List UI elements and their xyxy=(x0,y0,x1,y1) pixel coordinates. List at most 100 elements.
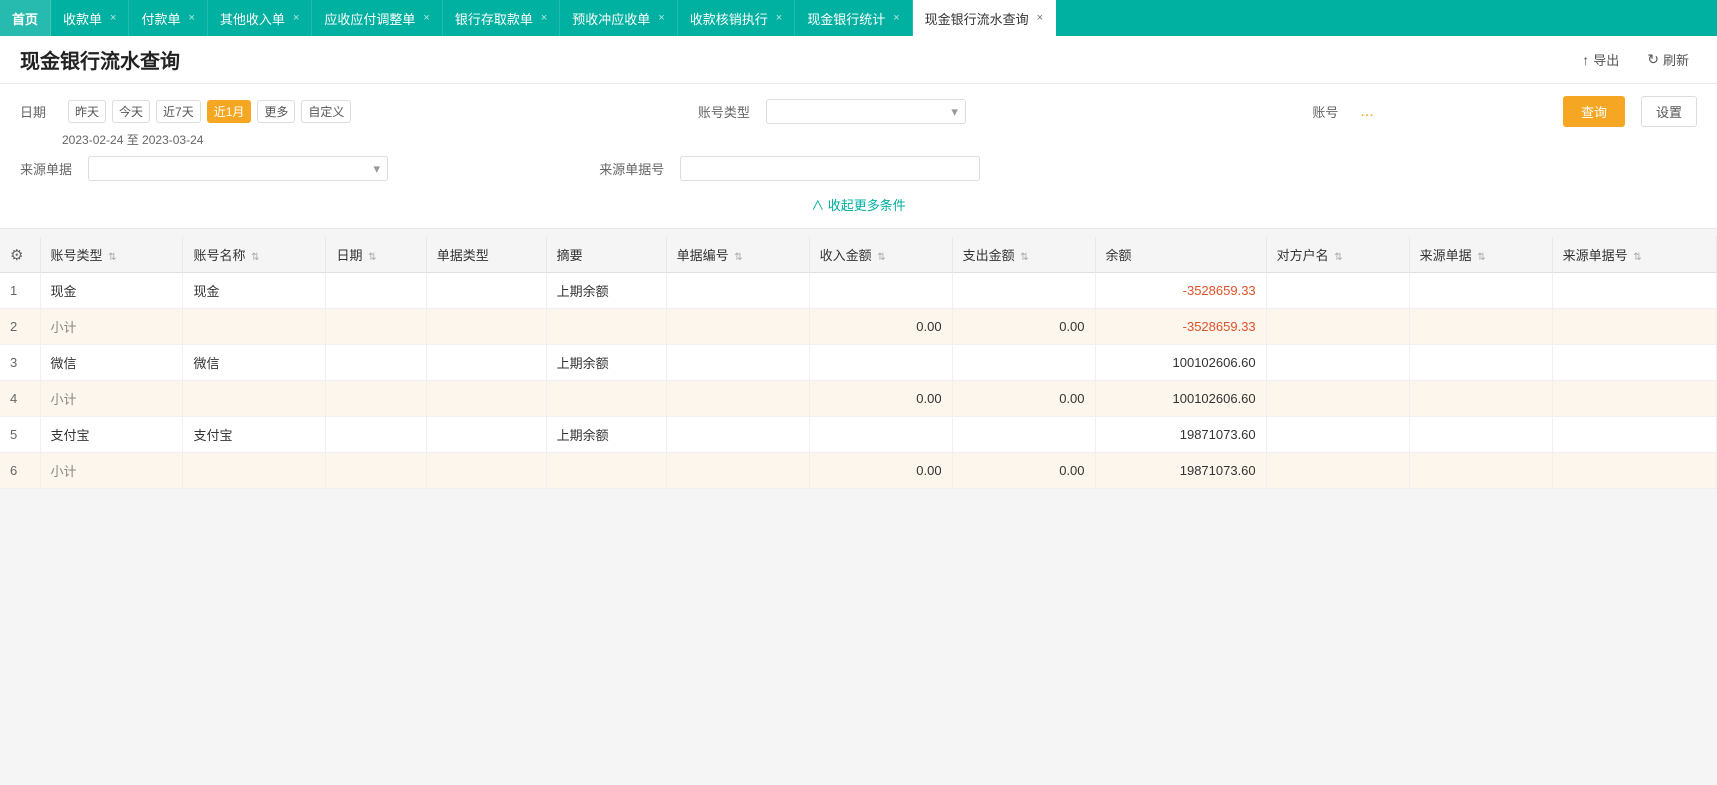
nav-bank-stat-label: 现金银行统计 xyxy=(807,9,885,28)
nav-bank-flow-close[interactable]: × xyxy=(1037,12,1043,24)
th-account-name[interactable]: 账号名称 ⇅ xyxy=(183,237,326,273)
doc-no-cell xyxy=(666,453,809,489)
nav-prepay-close[interactable]: × xyxy=(658,12,664,24)
account-type-cell: 现金 xyxy=(51,284,77,299)
nav-receipt[interactable]: 收款单 × xyxy=(51,0,129,36)
source-doc-select[interactable] xyxy=(88,156,388,181)
nav-ar-ap-label: 应收应付调整单 xyxy=(324,9,415,28)
balance-cell: 100102606.60 xyxy=(1095,345,1266,381)
account-type-select[interactable]: 现金 微信 支付宝 xyxy=(766,99,966,124)
doc-type-cell xyxy=(426,381,546,417)
row-num: 1 xyxy=(0,273,40,309)
account-no-dots[interactable]: ... xyxy=(1360,103,1373,121)
row-num: 4 xyxy=(0,381,40,417)
account-type-cell: 微信 xyxy=(51,356,77,371)
nav-payment-close[interactable]: × xyxy=(188,12,194,24)
th-source-doc-no[interactable]: 来源单据号 ⇅ xyxy=(1552,237,1716,273)
gear-icon[interactable]: ⚙ xyxy=(10,247,23,264)
nav-bank-deposit-close[interactable]: × xyxy=(541,12,547,24)
nav-write-off-close[interactable]: × xyxy=(776,12,782,24)
data-table: ⚙ 账号类型 ⇅ 账号名称 ⇅ 日期 ⇅ 单据类型 摘要 单据编号 ⇅ 收入金额… xyxy=(0,237,1717,489)
refresh-button[interactable]: ↻ 刷新 xyxy=(1639,46,1697,73)
nav-ar-ap-close[interactable]: × xyxy=(423,12,429,24)
account-type-select-wrapper: 现金 微信 支付宝 xyxy=(766,99,966,124)
table-row: 3 微信 微信 上期余额 100102606.60 xyxy=(0,345,1717,381)
nav-ar-ap[interactable]: 应收应付调整单 × xyxy=(312,0,442,36)
source-doc-cell xyxy=(1409,381,1552,417)
nav-receipt-close[interactable]: × xyxy=(110,12,116,24)
th-date[interactable]: 日期 ⇅ xyxy=(326,237,426,273)
summary-cell: 上期余额 xyxy=(546,273,666,309)
date-btn-today[interactable]: 今天 xyxy=(112,100,150,123)
account-type-cell: 小计 xyxy=(40,453,183,489)
nav-prepay-label: 预收冲应收单 xyxy=(572,9,650,28)
table-row: 6 小计 0.00 0.00 19871073.60 xyxy=(0,453,1717,489)
filter-row-1: 日期 昨天 今天 近7天 近1月 更多 自定义 账号类型 现金 微信 支付宝 账… xyxy=(20,96,1697,127)
account-name-cell: 微信 xyxy=(183,345,326,381)
export-button[interactable]: ↑ 导出 xyxy=(1574,46,1627,73)
doc-no-cell xyxy=(666,309,809,345)
account-name-cell xyxy=(183,309,326,345)
sort-income-icon: ⇅ xyxy=(877,252,885,263)
source-doc-no-cell xyxy=(1552,381,1716,417)
doc-type-cell xyxy=(426,453,546,489)
income-cell: 0.00 xyxy=(809,309,952,345)
nav-write-off[interactable]: 收款核销执行 × xyxy=(678,0,795,36)
date-btn-yesterday[interactable]: 昨天 xyxy=(68,100,106,123)
source-doc-no-cell xyxy=(1552,273,1716,309)
date-btn-7days[interactable]: 近7天 xyxy=(156,100,201,123)
account-type-cell: 支付宝 xyxy=(51,428,90,443)
date-btn-more[interactable]: 更多 xyxy=(257,100,295,123)
th-balance: 余额 xyxy=(1095,237,1266,273)
export-label: 导出 xyxy=(1593,50,1619,69)
nav-other-income-close[interactable]: × xyxy=(293,12,299,24)
th-doc-no[interactable]: 单据编号 ⇅ xyxy=(666,237,809,273)
date-btn-1month[interactable]: 近1月 xyxy=(207,100,252,123)
expense-cell xyxy=(952,273,1095,309)
nav-other-income[interactable]: 其他收入单 × xyxy=(208,0,312,36)
th-expense[interactable]: 支出金额 ⇅ xyxy=(952,237,1095,273)
table-container: ⚙ 账号类型 ⇅ 账号名称 ⇅ 日期 ⇅ 单据类型 摘要 单据编号 ⇅ 收入金额… xyxy=(0,237,1717,489)
account-type-cell: 现金 xyxy=(40,273,183,309)
date-cell xyxy=(326,273,426,309)
summary-cell xyxy=(546,381,666,417)
refresh-label: 刷新 xyxy=(1663,50,1689,69)
top-nav: 首页 收款单 × 付款单 × 其他收入单 × 应收应付调整单 × 银行存取款单 … xyxy=(0,0,1717,36)
query-button[interactable]: 查询 xyxy=(1563,96,1625,127)
table-body: 1 现金 现金 上期余额 -3528659.33 2 小计 0.00 0.00 … xyxy=(0,273,1717,489)
page-title: 现金银行流水查询 xyxy=(20,45,180,74)
nav-payment[interactable]: 付款单 × xyxy=(129,0,207,36)
account-name-cell xyxy=(183,453,326,489)
nav-bank-deposit[interactable]: 银行存取款单 × xyxy=(443,0,560,36)
th-source-doc[interactable]: 来源单据 ⇅ xyxy=(1409,237,1552,273)
sort-source-doc-icon: ⇅ xyxy=(1477,252,1485,263)
th-doc-type: 单据类型 xyxy=(426,237,546,273)
sort-date-icon: ⇅ xyxy=(368,252,376,263)
nav-bank-stat[interactable]: 现金银行统计 × xyxy=(795,0,912,36)
account-name-cell: 现金 xyxy=(183,273,326,309)
nav-bank-flow[interactable]: 现金银行流水查询 × xyxy=(913,0,1056,36)
nav-bank-stat-close[interactable]: × xyxy=(893,12,899,24)
date-cell xyxy=(326,309,426,345)
source-doc-cell xyxy=(1409,309,1552,345)
export-icon: ↑ xyxy=(1582,52,1589,68)
table-row: 5 支付宝 支付宝 上期余额 19871073.60 xyxy=(0,417,1717,453)
sort-source-doc-no-icon: ⇅ xyxy=(1633,252,1641,263)
nav-prepay[interactable]: 预收冲应收单 × xyxy=(560,0,677,36)
sort-account-type-icon: ⇅ xyxy=(108,252,116,263)
collapse-bar[interactable]: ∧ 收起更多条件 xyxy=(20,191,1697,220)
row-num: 6 xyxy=(0,453,40,489)
nav-home[interactable]: 首页 xyxy=(0,0,51,36)
th-income[interactable]: 收入金额 ⇅ xyxy=(809,237,952,273)
date-cell xyxy=(326,453,426,489)
source-doc-no-input[interactable] xyxy=(680,156,980,181)
table-header-row: ⚙ 账号类型 ⇅ 账号名称 ⇅ 日期 ⇅ 单据类型 摘要 单据编号 ⇅ 收入金额… xyxy=(0,237,1717,273)
settings-button[interactable]: 设置 xyxy=(1641,96,1697,127)
source-doc-no-cell xyxy=(1552,345,1716,381)
date-btn-custom[interactable]: 自定义 xyxy=(301,100,351,123)
th-account-type[interactable]: 账号类型 ⇅ xyxy=(40,237,183,273)
sort-account-name-icon: ⇅ xyxy=(251,252,259,263)
counterpart-cell xyxy=(1266,345,1409,381)
row-num: 2 xyxy=(0,309,40,345)
th-counterpart[interactable]: 对方户名 ⇅ xyxy=(1266,237,1409,273)
